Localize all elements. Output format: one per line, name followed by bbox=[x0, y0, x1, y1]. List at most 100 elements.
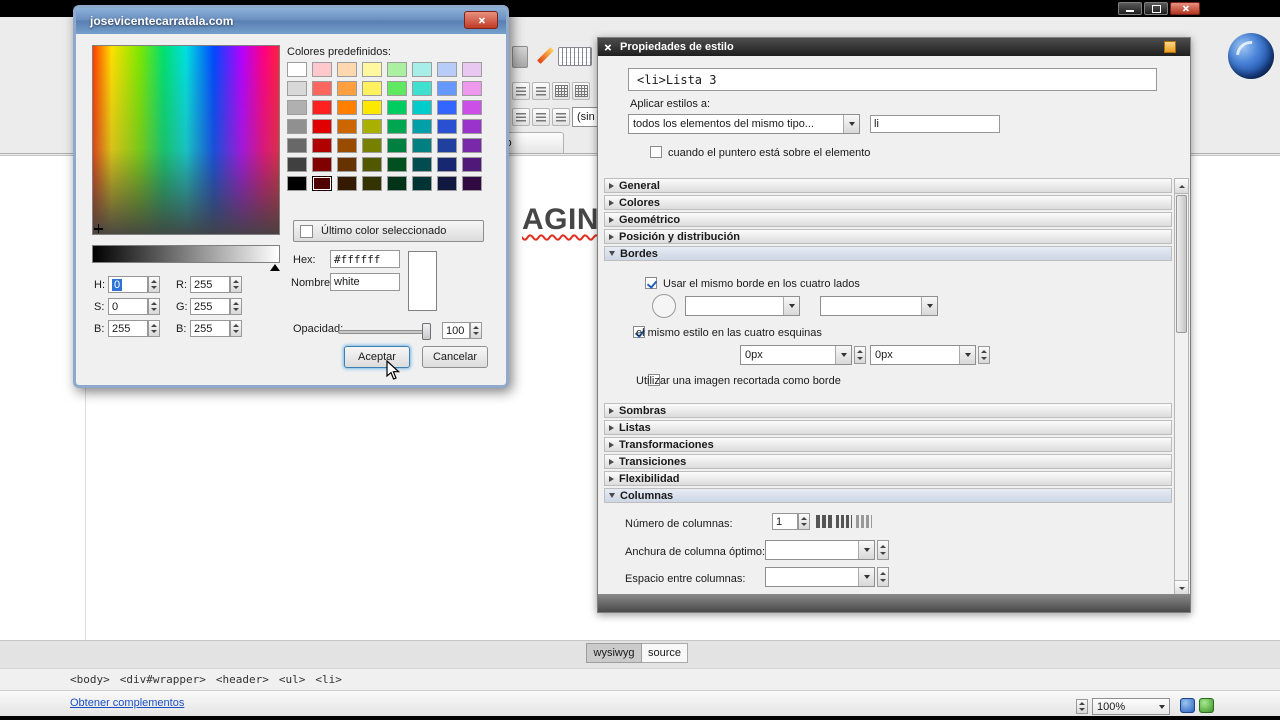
color-swatch[interactable] bbox=[362, 176, 382, 191]
section-general[interactable]: General bbox=[604, 178, 1172, 193]
breadcrumb-body[interactable]: <body> bbox=[70, 673, 110, 686]
color-swatch[interactable] bbox=[287, 62, 307, 77]
color-swatch[interactable] bbox=[362, 119, 382, 134]
column-count-input[interactable]: 1 bbox=[772, 513, 798, 530]
color-swatch[interactable] bbox=[337, 157, 357, 172]
globe-icon[interactable] bbox=[1180, 698, 1195, 713]
maximize-button[interactable] bbox=[1144, 2, 1168, 15]
section-bordes[interactable]: Bordes bbox=[604, 246, 1172, 261]
color-swatch[interactable] bbox=[437, 176, 457, 191]
color-swatch[interactable] bbox=[437, 100, 457, 115]
tab-wysiwyg[interactable]: wysiwyg bbox=[586, 643, 642, 663]
bluegriffon-logo-icon[interactable] bbox=[1228, 33, 1274, 79]
column-width-dropdown[interactable] bbox=[765, 540, 875, 560]
color-swatch[interactable] bbox=[362, 100, 382, 115]
color-swatch[interactable] bbox=[462, 138, 482, 153]
color-swatch[interactable] bbox=[312, 62, 332, 77]
opacity-slider-handle[interactable] bbox=[422, 323, 431, 340]
color-swatch[interactable] bbox=[412, 157, 432, 172]
corner-radius-dropdown-1[interactable]: 0px bbox=[740, 345, 852, 365]
scroll-up-button[interactable] bbox=[1175, 179, 1188, 194]
last-color-button[interactable]: Último color seleccionado bbox=[293, 220, 484, 242]
color-swatch[interactable] bbox=[412, 81, 432, 96]
selector-field[interactable]: <li>Lista 3 bbox=[628, 68, 1157, 91]
s-input[interactable]: 0 bbox=[108, 298, 148, 315]
brightness-marker-icon[interactable] bbox=[270, 264, 280, 271]
color-swatch[interactable] bbox=[287, 138, 307, 153]
section-colores[interactable]: Colores bbox=[604, 195, 1172, 210]
zoom-spinner[interactable] bbox=[1076, 699, 1088, 714]
hex-input[interactable]: #ffffff bbox=[330, 250, 400, 268]
s-spinner[interactable] bbox=[148, 298, 160, 315]
color-swatch[interactable] bbox=[437, 62, 457, 77]
section-columnas[interactable]: Columnas bbox=[604, 488, 1172, 503]
r-spinner[interactable] bbox=[230, 276, 242, 293]
get-addons-link[interactable]: Obtener complementos bbox=[70, 697, 184, 709]
section-transiciones[interactable]: Transiciones bbox=[604, 454, 1172, 469]
color-swatch[interactable] bbox=[287, 119, 307, 134]
color-swatch[interactable] bbox=[337, 100, 357, 115]
toolbar-icon[interactable] bbox=[512, 46, 528, 68]
column-gap-spinner[interactable] bbox=[877, 567, 889, 587]
section-flexibilidad[interactable]: Flexibilidad bbox=[604, 471, 1172, 486]
detach-panel-icon[interactable] bbox=[1164, 41, 1176, 53]
color-swatch[interactable] bbox=[337, 176, 357, 191]
close-window-button[interactable] bbox=[1170, 2, 1200, 15]
color-swatch[interactable] bbox=[337, 81, 357, 96]
color-swatch[interactable] bbox=[387, 62, 407, 77]
color-swatch[interactable] bbox=[362, 62, 382, 77]
panel-scrollbar[interactable] bbox=[1174, 178, 1189, 595]
column-width-spinner[interactable] bbox=[877, 540, 889, 560]
color-swatch[interactable] bbox=[387, 119, 407, 134]
apply-scope-dropdown[interactable]: todos los elementos del mismo tipo... bbox=[628, 114, 860, 134]
cancel-button[interactable]: Cancelar bbox=[422, 346, 488, 368]
breadcrumb-div-wrapper[interactable]: <div#wrapper> bbox=[120, 673, 206, 686]
color-swatch[interactable] bbox=[362, 138, 382, 153]
opacity-slider-track[interactable] bbox=[338, 330, 430, 334]
color-swatch[interactable] bbox=[437, 119, 457, 134]
color-name-input[interactable]: white bbox=[330, 273, 400, 291]
color-swatch[interactable] bbox=[462, 176, 482, 191]
color-gradient-field[interactable] bbox=[92, 45, 280, 235]
columns-balanced-icon[interactable] bbox=[856, 515, 872, 528]
color-swatch[interactable] bbox=[287, 176, 307, 191]
color-swatch[interactable] bbox=[287, 100, 307, 115]
h-input[interactable]: 0 bbox=[108, 276, 148, 293]
color-swatch[interactable] bbox=[462, 157, 482, 172]
breadcrumb-ul[interactable]: <ul> bbox=[279, 673, 306, 686]
color-swatch[interactable] bbox=[387, 176, 407, 191]
g-input[interactable]: 255 bbox=[190, 298, 230, 315]
color-swatch[interactable] bbox=[312, 119, 332, 134]
opacity-input[interactable]: 100 bbox=[442, 322, 470, 339]
color-swatch[interactable] bbox=[412, 138, 432, 153]
section-listas[interactable]: Listas bbox=[604, 420, 1172, 435]
color-swatch[interactable] bbox=[362, 81, 382, 96]
section-geometrico[interactable]: Geométrico bbox=[604, 212, 1172, 227]
color-swatch[interactable] bbox=[312, 100, 332, 115]
border-color-dropdown[interactable] bbox=[820, 296, 938, 316]
section-sombras[interactable]: Sombras bbox=[604, 403, 1172, 418]
same-border-checkbox[interactable] bbox=[645, 277, 657, 289]
corner-radius-spinner-1[interactable] bbox=[854, 346, 866, 364]
color-swatch[interactable] bbox=[337, 138, 357, 153]
column-gap-dropdown[interactable] bbox=[765, 567, 875, 587]
color-swatch[interactable] bbox=[462, 81, 482, 96]
breadcrumb-li[interactable]: <li> bbox=[315, 673, 342, 686]
sync-icon[interactable] bbox=[1199, 698, 1214, 713]
columns-2-icon[interactable] bbox=[816, 515, 832, 528]
b-spinner[interactable] bbox=[148, 320, 160, 337]
image-icon[interactable] bbox=[572, 82, 590, 100]
color-swatch[interactable] bbox=[312, 176, 332, 191]
b2-input[interactable]: 255 bbox=[190, 320, 230, 337]
color-swatch[interactable] bbox=[337, 119, 357, 134]
apply-target-input[interactable]: li bbox=[870, 115, 1000, 133]
color-swatch[interactable] bbox=[387, 138, 407, 153]
hover-checkbox[interactable] bbox=[650, 146, 662, 158]
scroll-down-button[interactable] bbox=[1175, 580, 1188, 595]
color-swatch[interactable] bbox=[437, 138, 457, 153]
color-swatch[interactable] bbox=[287, 157, 307, 172]
paragraph-icon[interactable] bbox=[512, 108, 530, 126]
color-swatch[interactable] bbox=[412, 62, 432, 77]
opacity-spinner[interactable] bbox=[470, 322, 482, 339]
dialog-titlebar[interactable]: josevicentecarratala.com bbox=[76, 8, 506, 34]
